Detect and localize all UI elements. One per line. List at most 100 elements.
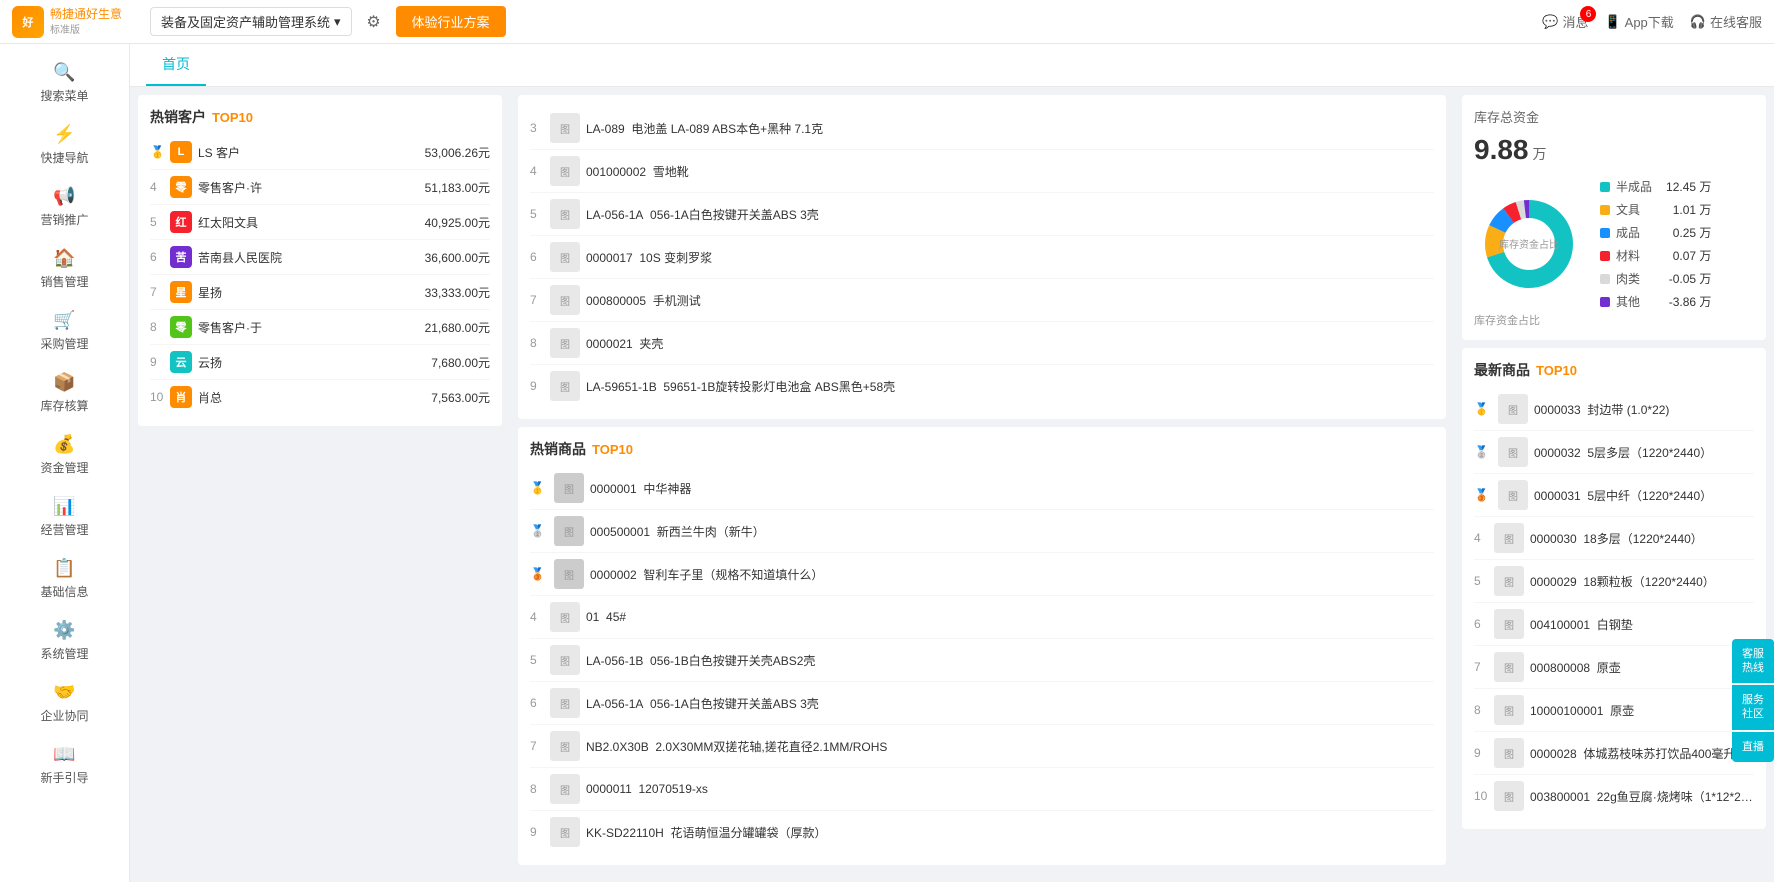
sales-icon: 🏠 [53,248,75,269]
newest-product-row: 9 图 0000028 体城荔枝味苏打饮品400毫升（1*15） [1474,732,1754,775]
top-customers-title: 热销客户 [150,107,206,127]
sidebar-item-inventory[interactable]: 📦 库存核算 [0,362,129,424]
product-img: 图 [550,328,580,358]
sidebar-label-system: 系统管理 [40,645,88,662]
newest-product-row: 10 图 003800001 22g鱼豆腐·烧烤味（1*12*20） [1474,775,1754,817]
rank-num: 5 [530,653,550,667]
medal-icon: 🥇 [150,145,170,159]
system-select-dropdown[interactable]: 装备及固定资产辅助管理系统 ▾ [150,7,352,36]
newest-products-header: 最新商品 TOP10 [1474,360,1754,380]
product-code-name: 001000002 雪地靴 [586,163,1434,180]
rank-num: 6 [530,696,550,710]
float-btn-community[interactable]: 服务 社区 [1732,685,1774,730]
product-img-thumb: 图 [554,473,584,503]
legend-value: -0.05 万 [1669,270,1712,287]
message-button[interactable]: 💬 消息 6 [1542,12,1588,31]
product-code-name: 003800001 22g鱼豆腐·烧烤味（1*12*20） [1530,788,1754,805]
main-layout: 🔍 搜索菜单 ⚡ 快捷导航 📢 营销推广 🏠 销售管理 🛒 采购管理 📦 库存核… [0,44,1774,882]
top-customers-header: 热销客户 TOP10 [150,107,490,127]
float-btn-live[interactable]: 直播 [1732,732,1774,762]
product-img-placeholder: 图 [1494,738,1524,768]
gear-icon[interactable]: ⚙ [360,8,388,36]
rank-num: 5 [530,207,550,221]
inventory-title: 库存总资金 [1474,107,1754,126]
online-service-button[interactable]: 🎧 在线客服 [1690,12,1762,31]
sidebar-item-search[interactable]: 🔍 搜索菜单 [0,52,129,114]
customer-row: 8 零 零售客户·于 21,680.00元 [150,310,490,345]
inventory-big-num: 9.88 [1474,134,1529,166]
product-code-name: LA-089 电池盖 LA-089 ABS本色+黑种 7.1克 [586,120,1434,137]
medal-gold-icon: 🥇 [1474,402,1498,416]
product-img-placeholder: 图 [1494,609,1524,639]
product-img-placeholder: 图 [1498,394,1528,424]
product-code-name: 0000028 体城荔枝味苏打饮品400毫升（1*15） [1530,745,1754,762]
message-badge: 6 [1580,6,1596,22]
topbar: 好 畅捷通好生意 标准版 装备及固定资产辅助管理系统 ▾ ⚙ 体验行业方案 💬 … [0,0,1774,44]
hot-products-title: 热销商品 [530,439,586,459]
newest-products-title: 最新商品 [1474,360,1530,380]
product-img-thumb: 图 [554,516,584,546]
inventory-icon: 📦 [53,372,75,393]
sidebar-item-newbie[interactable]: 📖 新手引导 [0,734,129,796]
sidebar-item-system[interactable]: ⚙️ 系统管理 [0,610,129,672]
hot-product-row: 🥇 图 0000001 中华神器 [530,467,1434,510]
product-code-name: 01 45# [586,610,1434,624]
product-code-name: 0000021 夹壳 [586,335,1434,352]
customer-name: LS 客户 [198,144,417,161]
app-download-button[interactable]: 📱 App下载 [1604,12,1673,31]
customer-badge: 苦 [170,246,192,268]
sidebar-label-cooperation: 企业协同 [40,707,88,724]
product-code-name: 000500001 新西兰牛肉（新牛） [590,523,1434,540]
customer-row: 6 苦 苦南县人民医院 36,600.00元 [150,240,490,275]
product-code-name: NB2.0X30B 2.0X30MM双搓花轴,搓花直径2.1MM/ROHS [586,738,1434,755]
mid-panel: 3 图 LA-089 电池盖 LA-089 ABS本色+黑种 7.1克 4 图 … [510,87,1454,882]
sidebar-item-marketing[interactable]: 📢 营销推广 [0,176,129,238]
left-panel: 热销客户 TOP10 🥇 L LS 客户 53,006.26元 4 零 零售客户… [130,87,510,882]
customer-badge: 星 [170,281,192,303]
customers-list: 🥇 L LS 客户 53,006.26元 4 零 零售客户·许 51,183.0… [150,135,490,414]
sidebar-item-cooperation[interactable]: 🤝 企业协同 [0,672,129,734]
hot-product-row: 🥉 图 0000002 智利车子里（规格不知道填什么） [530,553,1434,596]
sidebar-item-purchase[interactable]: 🛒 采购管理 [0,300,129,362]
product-code-name: 0000001 中华神器 [590,480,1434,497]
product-img: 图 [550,285,580,315]
medal-silver-icon: 🥈 [1474,445,1498,459]
inventory-amount: 9.88 万 [1474,134,1754,166]
product-img-placeholder: 图 [550,602,580,632]
customer-value: 53,006.26元 [425,144,490,161]
product-code-name: 000800008 原壶 [1530,659,1754,676]
sidebar-item-finance[interactable]: 💰 资金管理 [0,424,129,486]
product-code-name: 0000031 5层中纤（1220*2440） [1534,487,1754,504]
product-eval-row: 7 图 000800005 手机测试 [530,279,1434,322]
right-panel: 库存总资金 9.88 万 库存资金占比 [1454,87,1774,882]
product-img-placeholder: 图 [1494,695,1524,725]
rank-number: 6 [150,250,170,264]
rank-num: 7 [1474,660,1494,674]
tab-home[interactable]: 首页 [146,44,206,86]
sidebar-item-basic-info[interactable]: 📋 基础信息 [0,548,129,610]
page-body: 热销客户 TOP10 🥇 L LS 客户 53,006.26元 4 零 零售客户… [130,87,1774,882]
legend-dot [1600,297,1610,307]
legend-name: 半成品 [1616,178,1652,195]
legend-item: 肉类 -0.05 万 [1600,270,1711,287]
legend-name: 成品 [1616,224,1659,241]
page-header: 首页 [130,44,1774,87]
product-img-placeholder: 图 [1494,523,1524,553]
sidebar-item-management[interactable]: 📊 经营管理 [0,486,129,548]
basic-info-icon: 📋 [53,558,75,579]
sidebar-item-sales[interactable]: 🏠 销售管理 [0,238,129,300]
float-btn-service[interactable]: 客服 热线 [1732,639,1774,684]
newest-product-row: 🥇 图 0000033 封边带 (1.0*22) [1474,388,1754,431]
sidebar-item-quicknav[interactable]: ⚡ 快捷导航 [0,114,129,176]
donut-chart: 库存资金占比 [1474,189,1584,299]
legend-value: 0.07 万 [1673,247,1712,264]
medal-gold-icon: 🥇 [530,481,554,495]
logo-icon: 好 [12,6,44,38]
trial-button[interactable]: 体验行业方案 [396,6,506,37]
sidebar-label-marketing: 营销推广 [40,211,88,228]
donut-sub-label: 库存资金占比 [1499,238,1559,251]
logo-text: 畅捷通好生意 [50,7,122,21]
system-selector: 装备及固定资产辅助管理系统 ▾ ⚙ 体验行业方案 [150,6,1542,37]
inventory-sub-label: 库存资金占比 [1474,312,1754,328]
logo: 好 畅捷通好生意 标准版 [12,6,142,38]
